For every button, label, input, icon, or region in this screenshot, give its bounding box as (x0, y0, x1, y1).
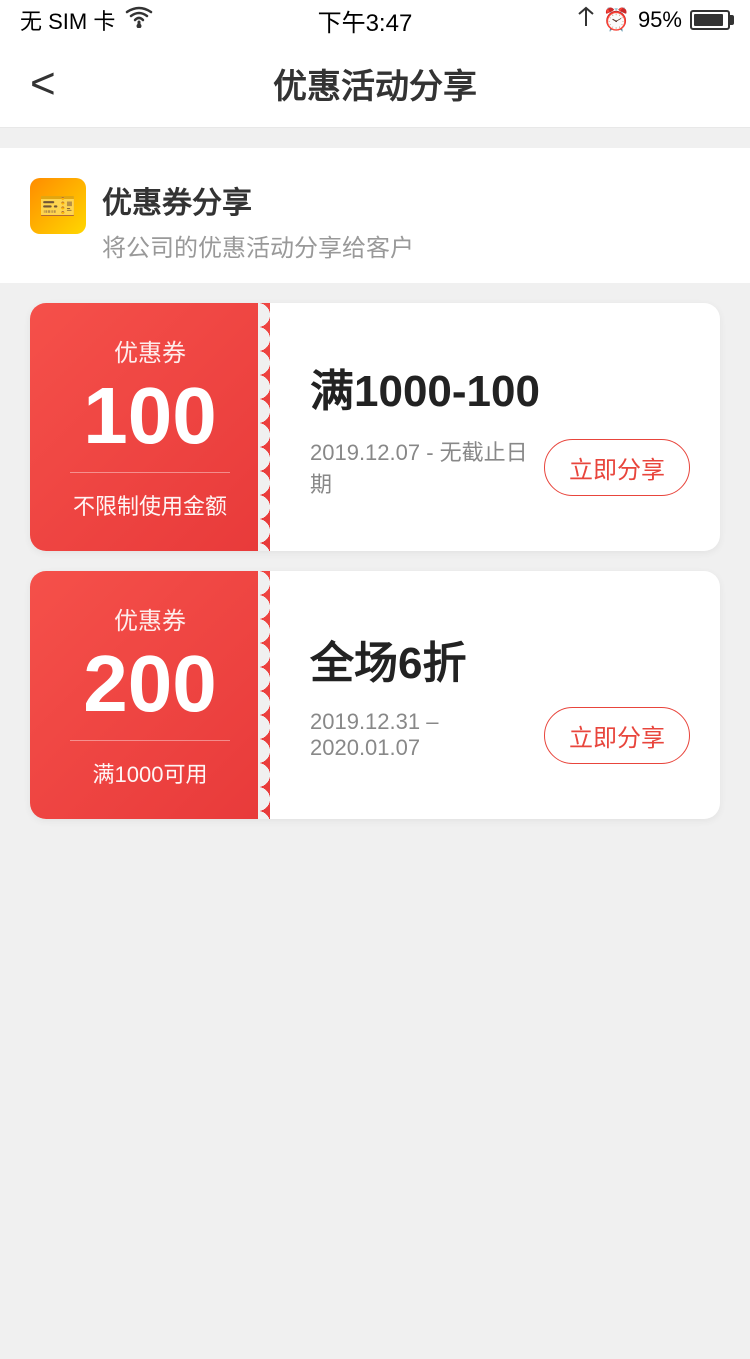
coupon-left-2: 优惠券 200 满1000可用 (30, 571, 270, 819)
coupon-condition-1: 不限制使用金额 (73, 489, 227, 521)
coupon-date-2: 2019.12.31 – 2020.01.07 (310, 709, 534, 761)
carrier-text: 无 SIM 卡 (20, 4, 115, 36)
coupon-name-1: 满1000-100 (310, 355, 690, 419)
back-button[interactable]: < (30, 59, 56, 109)
section-icon: 🎫 (30, 178, 86, 234)
section-header: 🎫 优惠券分享 将公司的优惠活动分享给客户 (0, 148, 750, 283)
page-title: 优惠活动分享 (273, 59, 477, 108)
coupon-meta-1: 2019.12.07 - 无截止日期 立即分享 (310, 435, 690, 499)
alarm-icon: ⏰ (603, 7, 630, 33)
coupon-label-2: 优惠券 (114, 601, 186, 636)
status-left: 无 SIM 卡 (20, 4, 153, 36)
coupon-amount-1: 100 (83, 376, 216, 456)
battery-icon (690, 10, 730, 30)
coupon-divider-1 (70, 472, 230, 473)
coupon-emoji-icon: 🎫 (39, 189, 76, 224)
coupon-right-1: 满1000-100 2019.12.07 - 无截止日期 立即分享 (270, 303, 720, 551)
section-title: 优惠券分享 (102, 178, 414, 222)
share-button-2[interactable]: 立即分享 (544, 707, 690, 764)
coupon-left-1: 优惠券 100 不限制使用金额 (30, 303, 270, 551)
coupon-label-1: 优惠券 (114, 333, 186, 368)
time-display: 下午3:47 (318, 3, 413, 38)
coupon-card-2: 优惠券 200 满1000可用 全场6折 2019.12.31 – 2020.0… (30, 571, 720, 819)
status-right: ⏰ 95% (577, 6, 730, 34)
coupon-list: 优惠券 100 不限制使用金额 满1000-100 2019.12.07 - 无… (0, 283, 750, 859)
status-bar: 无 SIM 卡 下午3:47 ⏰ 95% (0, 0, 750, 40)
wifi-icon (125, 6, 153, 34)
section-desc: 将公司的优惠活动分享给客户 (102, 228, 414, 263)
coupon-amount-2: 200 (83, 644, 216, 724)
coupon-name-2: 全场6折 (310, 627, 690, 691)
section-text: 优惠券分享 将公司的优惠活动分享给客户 (102, 178, 414, 263)
coupon-condition-2: 满1000可用 (93, 757, 208, 789)
empty-area (0, 859, 750, 1359)
location-icon (577, 6, 595, 34)
battery-percent: 95% (638, 7, 682, 33)
coupon-meta-2: 2019.12.31 – 2020.01.07 立即分享 (310, 707, 690, 764)
coupon-divider-2 (70, 740, 230, 741)
coupon-card-1: 优惠券 100 不限制使用金额 满1000-100 2019.12.07 - 无… (30, 303, 720, 551)
battery-fill (694, 14, 723, 26)
coupon-date-1: 2019.12.07 - 无截止日期 (310, 435, 534, 499)
coupon-right-2: 全场6折 2019.12.31 – 2020.01.07 立即分享 (270, 571, 720, 819)
share-button-1[interactable]: 立即分享 (544, 439, 690, 496)
nav-bar: < 优惠活动分享 (0, 40, 750, 128)
